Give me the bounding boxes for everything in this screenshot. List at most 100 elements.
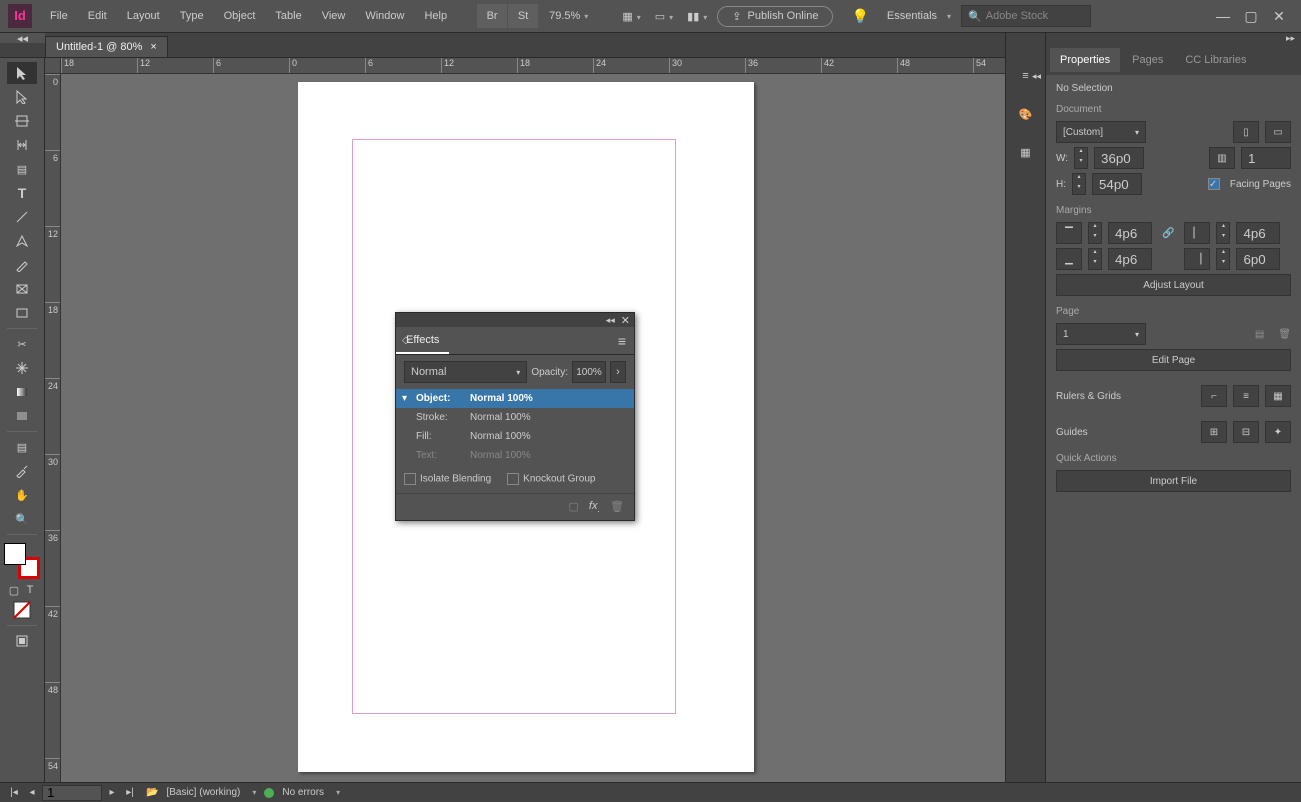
selection-tool[interactable] — [7, 62, 37, 84]
opacity-input[interactable] — [572, 361, 606, 383]
tips-icon[interactable]: 💡 — [851, 8, 868, 25]
effects-row-object[interactable]: ▾ Object: Normal 100% — [396, 389, 634, 408]
link-margins-icon[interactable]: 🔗 — [1162, 228, 1174, 239]
gap-tool[interactable] — [7, 134, 37, 156]
color-icon[interactable]: 🎨 — [1013, 101, 1039, 127]
preflight-errors[interactable]: No errors — [282, 787, 324, 798]
blend-mode-select[interactable]: Normal▾ — [404, 361, 527, 383]
effects-row-stroke[interactable]: Stroke: Normal 100% — [396, 408, 634, 427]
trash-icon[interactable]: 🗑 — [610, 500, 624, 514]
arrange-icon[interactable]: ▮▮ — [687, 10, 707, 23]
ruler-vertical[interactable]: 061218243036424854 — [45, 74, 61, 782]
margin-bottom-input[interactable] — [1108, 248, 1152, 270]
margin-top-input[interactable] — [1108, 222, 1152, 244]
smart-guides-icon[interactable]: ✦ — [1265, 421, 1291, 443]
stock-icon[interactable]: St — [508, 4, 538, 28]
rulers-icon[interactable]: ⌐ — [1201, 385, 1227, 407]
view-mode-icon[interactable] — [7, 630, 37, 652]
panel-menu-icon[interactable]: ≡ — [610, 333, 634, 349]
panel-collapse-icon[interactable]: ◂◂ — [606, 315, 615, 326]
menu-file[interactable]: File — [40, 4, 78, 28]
lock-guides-icon[interactable]: ⊟ — [1233, 421, 1259, 443]
width-stepper[interactable]: ▴▾ — [1074, 147, 1088, 169]
close-tab-icon[interactable]: × — [150, 41, 156, 53]
width-input[interactable] — [1094, 147, 1144, 169]
preflight-profile[interactable]: [Basic] (working) — [166, 787, 240, 798]
height-input[interactable] — [1092, 173, 1142, 195]
content-collector-tool[interactable]: ▤ — [7, 158, 37, 180]
page-preset-select[interactable]: [Custom]▾ — [1056, 121, 1146, 143]
isolate-blending-checkbox[interactable]: Isolate Blending — [404, 473, 491, 485]
view-options-icon[interactable]: ▭ — [655, 10, 673, 23]
page-options-icon[interactable]: ▤ — [1255, 329, 1264, 340]
formatting-container-icon[interactable]: ▢ — [7, 583, 21, 597]
orientation-portrait[interactable]: ▯ — [1233, 121, 1259, 143]
pencil-tool[interactable] — [7, 254, 37, 276]
note-tool[interactable]: ▤ — [7, 436, 37, 458]
apply-none-icon[interactable] — [7, 599, 37, 621]
menu-view[interactable]: View — [312, 4, 356, 28]
margin-top-stepper[interactable]: ▴▾ — [1088, 222, 1102, 244]
maximize-button[interactable]: ▢ — [1241, 8, 1261, 24]
ruler-horizontal[interactable]: 18126061218243036424854 — [61, 58, 1005, 74]
close-button[interactable]: ✕ — [1269, 8, 1289, 24]
knockout-group-checkbox[interactable]: Knockout Group — [507, 473, 595, 485]
margin-right-input[interactable] — [1236, 248, 1280, 270]
menu-help[interactable]: Help — [414, 4, 457, 28]
rectangle-tool[interactable] — [7, 302, 37, 324]
gradient-swatch-tool[interactable] — [7, 381, 37, 403]
dock-collapse[interactable]: ◂◂ — [1032, 71, 1041, 82]
facing-pages-checkbox[interactable]: ✓Facing Pages — [1208, 178, 1291, 190]
cc-libraries-tab[interactable]: CC Libraries — [1175, 48, 1256, 72]
page-tool[interactable] — [7, 110, 37, 132]
clear-effects-icon[interactable]: ▢ — [569, 500, 579, 514]
swatches-icon[interactable]: ▦ — [1013, 139, 1039, 165]
margin-left-stepper[interactable]: ▴▾ — [1216, 222, 1230, 244]
document-tab[interactable]: Untitled-1 @ 80% × — [45, 36, 168, 57]
menu-window[interactable]: Window — [355, 4, 414, 28]
menu-object[interactable]: Object — [214, 4, 266, 28]
pages-tab[interactable]: Pages — [1122, 48, 1173, 72]
edit-page-button[interactable]: Edit Page — [1056, 349, 1291, 371]
hand-tool[interactable]: ✋ — [7, 484, 37, 506]
import-file-button[interactable]: Import File — [1056, 470, 1291, 492]
workspace-switcher[interactable]: Essentials — [887, 10, 951, 22]
prev-page-button[interactable]: ◂ — [24, 785, 40, 801]
baseline-grid-icon[interactable]: ≡ — [1233, 385, 1259, 407]
menu-table[interactable]: Table — [265, 4, 311, 28]
fx-link-icon[interactable]: ◇ — [402, 335, 410, 346]
line-tool[interactable] — [7, 206, 37, 228]
show-guides-icon[interactable]: ⊞ — [1201, 421, 1227, 443]
zoom-tool[interactable]: 🔍 — [7, 508, 37, 530]
document-grid-icon[interactable]: ▦ — [1265, 385, 1291, 407]
toolbar-collapse[interactable]: ◂◂ — [0, 33, 45, 43]
minimize-button[interactable]: — — [1213, 8, 1233, 24]
fx-button-icon[interactable]: fx. — [589, 500, 600, 514]
gradient-feather-tool[interactable] — [7, 405, 37, 427]
screen-mode-icon[interactable]: ▦ — [622, 10, 640, 23]
page-number-input[interactable] — [42, 785, 102, 801]
effects-row-fill[interactable]: Fill: Normal 100% — [396, 427, 634, 446]
formatting-text-icon[interactable]: T — [23, 583, 37, 597]
ruler-origin[interactable] — [45, 58, 61, 74]
opacity-arrow[interactable]: › — [610, 361, 626, 383]
fill-stroke-swatch[interactable] — [4, 543, 40, 579]
rectangle-frame-tool[interactable] — [7, 278, 37, 300]
bridge-icon[interactable]: Br — [477, 4, 507, 28]
adobe-stock-search[interactable]: 🔍 Adobe Stock — [961, 5, 1091, 27]
orientation-landscape[interactable]: ▭ — [1265, 121, 1291, 143]
prop-collapse[interactable]: ▸▸ — [1046, 33, 1301, 45]
properties-tab[interactable]: Properties — [1050, 48, 1120, 72]
page-select[interactable]: 1▾ — [1056, 323, 1146, 345]
eyedropper-tool[interactable] — [7, 460, 37, 482]
last-page-button[interactable]: ▸| — [122, 785, 138, 801]
first-page-button[interactable]: |◂ — [6, 785, 22, 801]
height-stepper[interactable]: ▴▾ — [1072, 173, 1086, 195]
menu-layout[interactable]: Layout — [117, 4, 170, 28]
direct-selection-tool[interactable] — [7, 86, 37, 108]
next-page-button[interactable]: ▸ — [104, 785, 120, 801]
open-icon[interactable]: 📂 — [146, 787, 158, 798]
margin-left-input[interactable] — [1236, 222, 1280, 244]
zoom-level[interactable]: 79.5% — [539, 10, 612, 22]
scissors-tool[interactable]: ✂ — [7, 333, 37, 355]
